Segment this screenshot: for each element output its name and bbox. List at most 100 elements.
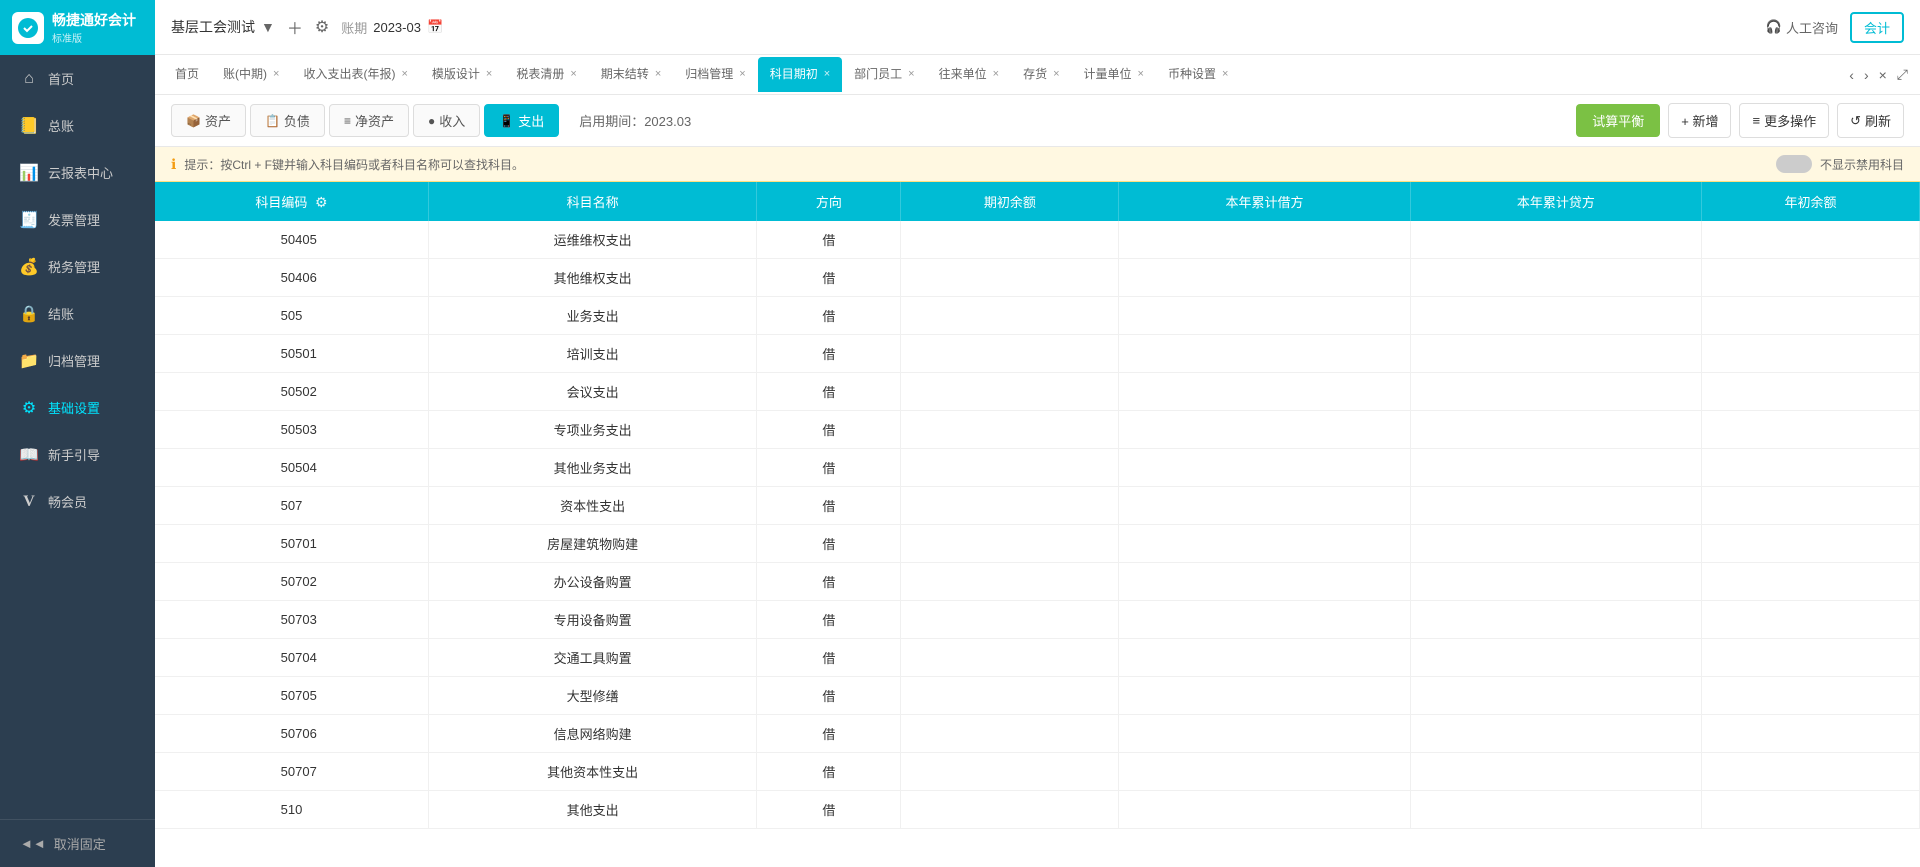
table-row[interactable]: 50702 办公设备购置 借 <box>155 563 1920 601</box>
cat-tab-asset[interactable]: 📦 资产 <box>171 104 246 137</box>
table-row[interactable]: 50706 信息网络购建 借 <box>155 715 1920 753</box>
sidebar-label-home: 首页 <box>48 69 74 88</box>
tab-income-report[interactable]: 收入支出表(年报) × <box>291 57 419 92</box>
account-button[interactable]: 会计 <box>1850 12 1904 43</box>
tab-template-close[interactable]: × <box>486 68 492 80</box>
more-actions-button[interactable]: ≡ 更多操作 <box>1739 103 1829 138</box>
help-button[interactable]: 🎧 人工咨询 <box>1766 18 1838 37</box>
cell-dir: 借 <box>757 791 901 829</box>
cell-code: 505 <box>155 297 429 335</box>
member-icon: V <box>20 493 38 511</box>
period-selector[interactable]: 账期 2023-03 📅 <box>341 18 443 37</box>
cell-debit <box>1119 639 1410 677</box>
table-row[interactable]: 505 业务支出 借 <box>155 297 1920 335</box>
company-dropdown-icon[interactable]: ▼ <box>261 19 275 35</box>
cell-credit <box>1410 753 1701 791</box>
sidebar-item-close[interactable]: 🔒 结账 <box>0 290 155 337</box>
tab-intermediate-close[interactable]: × <box>273 68 279 80</box>
table-row[interactable]: 50504 其他业务支出 借 <box>155 449 1920 487</box>
sidebar-pin-button[interactable]: ◄◄ 取消固定 <box>0 819 155 867</box>
cell-balance <box>901 297 1119 335</box>
cell-credit <box>1410 297 1701 335</box>
tab-dept-emp-label: 部门员工 <box>854 65 902 82</box>
table-row[interactable]: 50501 培训支出 借 <box>155 335 1920 373</box>
tab-partner[interactable]: 往来单位 × <box>927 57 1011 92</box>
cell-balance <box>901 791 1119 829</box>
tab-nav-next[interactable]: › <box>1860 63 1873 87</box>
sidebar-item-member[interactable]: V 畅会员 <box>0 478 155 525</box>
cell-year-balance <box>1702 335 1920 373</box>
tab-inventory[interactable]: 存货 × <box>1011 57 1071 92</box>
tab-home[interactable]: 首页 <box>163 57 211 92</box>
tab-period-close-close[interactable]: × <box>655 68 661 80</box>
sidebar-item-settings[interactable]: ⚙ 基础设置 <box>0 384 155 431</box>
cell-balance <box>901 525 1119 563</box>
cell-code: 50503 <box>155 411 429 449</box>
sidebar-item-home[interactable]: ⌂ 首页 <box>0 55 155 102</box>
tab-period-close[interactable]: 期末结转 × <box>589 57 673 92</box>
tab-income-report-close[interactable]: × <box>401 68 407 80</box>
tab-currency[interactable]: 币种设置 × <box>1156 57 1240 92</box>
cat-tab-income[interactable]: ● 收入 <box>413 104 480 137</box>
cell-year-balance <box>1702 259 1920 297</box>
sidebar-item-reports[interactable]: 📊 云报表中心 <box>0 149 155 196</box>
table-row[interactable]: 50405 运维维权支出 借 <box>155 221 1920 259</box>
cat-tab-liability[interactable]: 📋 负债 <box>250 104 325 137</box>
tab-inventory-close[interactable]: × <box>1053 68 1059 80</box>
tab-dept-emp[interactable]: 部门员工 × <box>842 57 926 92</box>
cell-debit <box>1119 525 1410 563</box>
tab-subject-init[interactable]: 科目期初 × <box>758 57 842 92</box>
tab-nav-close-all[interactable]: × <box>1875 63 1891 87</box>
table-row[interactable]: 50701 房屋建筑物购建 借 <box>155 525 1920 563</box>
tab-intermediate[interactable]: 账(中期) × <box>211 57 291 92</box>
col-header-code: 科目编码 ⚙ <box>155 182 429 221</box>
tab-unit-close[interactable]: × <box>1138 68 1144 80</box>
table-row[interactable]: 50704 交通工具购置 借 <box>155 639 1920 677</box>
add-button[interactable]: + 新增 <box>1668 103 1731 138</box>
workspace-settings-icon[interactable]: ⚙ <box>315 17 329 37</box>
sidebar-item-guide[interactable]: 📖 新手引导 <box>0 431 155 478</box>
tab-nav-prev[interactable]: ‹ <box>1845 63 1858 87</box>
cell-debit <box>1119 563 1410 601</box>
cell-dir: 借 <box>757 677 901 715</box>
table-row[interactable]: 510 其他支出 借 <box>155 791 1920 829</box>
tab-tax-clear-close[interactable]: × <box>570 68 576 80</box>
tab-nav-expand[interactable]: ⤢ <box>1893 62 1912 87</box>
tab-tax-clear[interactable]: 税表清册 × <box>504 57 588 92</box>
sidebar-item-archive[interactable]: 📁 归档管理 <box>0 337 155 384</box>
sidebar-item-ledger[interactable]: 📒 总账 <box>0 102 155 149</box>
sidebar-item-invoice[interactable]: 🧾 发票管理 <box>0 196 155 243</box>
sidebar-item-tax[interactable]: 💰 税务管理 <box>0 243 155 290</box>
column-settings-icon[interactable]: ⚙ <box>315 194 328 210</box>
tab-template[interactable]: 模版设计 × <box>420 57 504 92</box>
tab-partner-close[interactable]: × <box>993 68 999 80</box>
cell-dir: 借 <box>757 487 901 525</box>
tab-archive[interactable]: 归档管理 × <box>673 57 757 92</box>
tab-unit[interactable]: 计量单位 × <box>1072 57 1156 92</box>
tab-currency-close[interactable]: × <box>1222 68 1228 80</box>
table-row[interactable]: 50502 会议支出 借 <box>155 373 1920 411</box>
calendar-icon[interactable]: 📅 <box>427 19 443 35</box>
disabled-toggle[interactable] <box>1776 155 1812 173</box>
tab-dept-emp-close[interactable]: × <box>908 68 914 80</box>
table-row[interactable]: 50705 大型修缮 借 <box>155 677 1920 715</box>
table-row[interactable]: 50707 其他资本性支出 借 <box>155 753 1920 791</box>
table-row[interactable]: 50503 专项业务支出 借 <box>155 411 1920 449</box>
calc-balance-button[interactable]: 试算平衡 <box>1576 104 1660 137</box>
cell-code: 50504 <box>155 449 429 487</box>
tab-subject-init-close[interactable]: × <box>824 68 830 80</box>
tab-archive-close[interactable]: × <box>739 68 745 80</box>
cell-credit <box>1410 259 1701 297</box>
company-selector[interactable]: 基层工会测试 ▼ <box>171 17 275 37</box>
refresh-icon: ↺ <box>1850 113 1861 129</box>
table-row[interactable]: 50703 专用设备购置 借 <box>155 601 1920 639</box>
cat-tab-expenditure[interactable]: 📱 支出 <box>484 104 559 137</box>
cell-debit <box>1119 715 1410 753</box>
table-row[interactable]: 50406 其他维权支出 借 <box>155 259 1920 297</box>
add-workspace-button[interactable]: ＋ <box>287 15 303 39</box>
refresh-button[interactable]: ↺ 刷新 <box>1837 103 1904 138</box>
cat-tab-net-asset[interactable]: ≡ 净资产 <box>329 104 409 137</box>
notice-text: 提示：按Ctrl + F键并输入科目编码或者科目名称可以查找科目。 <box>184 156 524 173</box>
table-row[interactable]: 507 资本性支出 借 <box>155 487 1920 525</box>
cell-balance <box>901 411 1119 449</box>
